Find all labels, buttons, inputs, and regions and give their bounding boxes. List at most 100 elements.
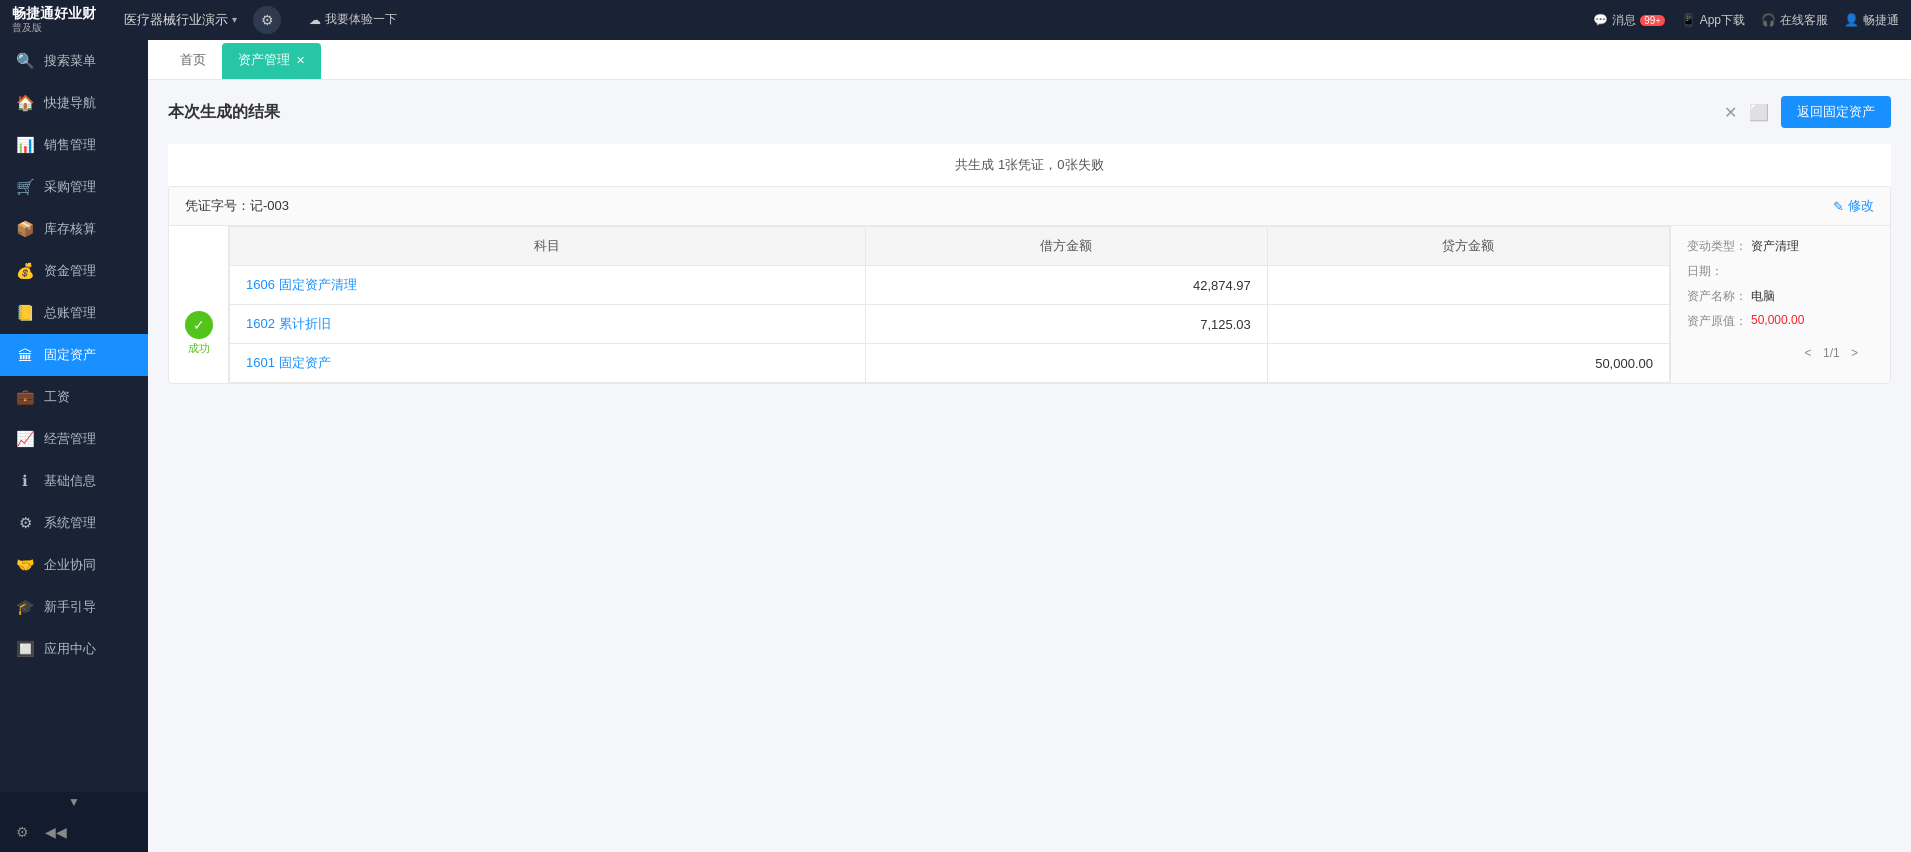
- pagination: < 1/1 >: [1687, 338, 1874, 368]
- company-name: 医疗器械行业演示: [124, 11, 228, 29]
- return-button[interactable]: 返回固定资产: [1781, 96, 1891, 128]
- chevron-down-icon: ▾: [232, 14, 237, 25]
- sidebar-label-collab: 企业协同: [44, 556, 96, 574]
- sidebar-bottom: ⚙ ◀◀: [0, 812, 148, 852]
- cloud-icon: ☁: [309, 13, 321, 27]
- sidebar-label-fixed-assets: 固定资产: [44, 346, 96, 364]
- table-row: 1602 累计折旧 7,125.03: [230, 305, 1670, 344]
- ledger-icon: 📒: [16, 304, 34, 322]
- header-left: 畅捷通好业财 普及版 医疗器械行业演示 ▾ ⚙ ☁ 我要体验一下: [12, 5, 397, 36]
- page-indicator: 1/1: [1823, 346, 1840, 360]
- side-info-row-original: 资产原值： 50,000.00: [1687, 313, 1874, 330]
- voucher-table: 科目 借方金额 贷方金额 1606 固定资产清理 42,874.: [229, 226, 1670, 383]
- voucher-table-wrapper: 科目 借方金额 贷方金额 1606 固定资产清理 42,874.: [229, 226, 1670, 383]
- messages-button[interactable]: 💬 消息 99+: [1593, 12, 1664, 29]
- table-row: 1606 固定资产清理 42,874.97: [230, 266, 1670, 305]
- sidebar-item-operations[interactable]: 📈 经营管理: [0, 418, 148, 460]
- change-type-value: 资产清理: [1751, 238, 1799, 255]
- sidebar-item-fixed-assets[interactable]: 🏛 固定资产: [0, 334, 148, 376]
- success-label: 成功: [185, 341, 213, 356]
- panel-close-icon[interactable]: ✕: [1724, 103, 1737, 122]
- sidebar-item-ledger[interactable]: 📒 总账管理: [0, 292, 148, 334]
- company-selector[interactable]: 医疗器械行业演示 ▾: [124, 11, 237, 29]
- system-icon: ⚙: [16, 514, 34, 532]
- message-icon: 💬: [1593, 13, 1608, 27]
- settings-button[interactable]: ⚙: [253, 6, 281, 34]
- sidebar-item-inventory[interactable]: 📦 库存核算: [0, 208, 148, 250]
- user-label: 畅捷通: [1863, 12, 1899, 29]
- page-header: 本次生成的结果 ✕ ⬜ 返回固定资产: [168, 96, 1891, 128]
- sidebar-item-system[interactable]: ⚙ 系统管理: [0, 502, 148, 544]
- user-icon: 👤: [1844, 13, 1859, 27]
- subject-1602[interactable]: 1602 累计折旧: [230, 305, 866, 344]
- user-button[interactable]: 👤 畅捷通: [1844, 12, 1899, 29]
- table-header-row: 科目 借方金额 贷方金额: [230, 227, 1670, 266]
- prev-page-button[interactable]: <: [1805, 346, 1812, 360]
- sidebar-label-operations: 经营管理: [44, 430, 96, 448]
- sidebar-label-finance: 资金管理: [44, 262, 96, 280]
- info-icon: ℹ: [16, 472, 34, 490]
- voucher-container: 凭证字号：记-003 ✎ 修改: [168, 186, 1891, 384]
- voucher-header: 凭证字号：记-003 ✎ 修改: [169, 187, 1890, 226]
- app-download-label: App下载: [1700, 12, 1745, 29]
- sidebar-item-collab[interactable]: 🤝 企业协同: [0, 544, 148, 586]
- voucher-body: ✓ 成功 科目: [169, 226, 1890, 383]
- sidebar-label-app-center: 应用中心: [44, 640, 96, 658]
- online-support-label: 在线客服: [1780, 12, 1828, 29]
- date-label: 日期：: [1687, 263, 1723, 280]
- page-content: 本次生成的结果 ✕ ⬜ 返回固定资产 共生成 1张凭证，0张失败 凭证字号：记-…: [148, 80, 1911, 852]
- sidebar-scroll: 🔍 搜索菜单 🏠 快捷导航 📊 销售管理 🛒 采购管理 📦 库存核算 💰: [0, 40, 148, 792]
- side-info-panel: 变动类型： 资产清理 日期： 资产名称： 电脑 资产原值：: [1670, 226, 1890, 383]
- voucher-table-area: ✓ 成功 科目: [169, 226, 1670, 383]
- header-right: 💬 消息 99+ 📱 App下载 🎧 在线客服 👤 畅捷通: [1593, 12, 1899, 29]
- app-name: 畅捷通好业财: [12, 5, 96, 22]
- page-title: 本次生成的结果: [168, 102, 280, 123]
- checkmark-icon: ✓: [193, 317, 205, 333]
- sidebar-label-inventory: 库存核算: [44, 220, 96, 238]
- table-row: 1601 固定资产 50,000.00: [230, 344, 1670, 383]
- tab-close-icon[interactable]: ✕: [296, 54, 305, 67]
- subject-1606[interactable]: 1606 固定资产清理: [230, 266, 866, 305]
- debit-1606: 42,874.97: [865, 266, 1267, 305]
- edit-label: 修改: [1848, 197, 1874, 215]
- sidebar-label-sales: 销售管理: [44, 136, 96, 154]
- asset-name-value: 电脑: [1751, 288, 1775, 305]
- sidebar-label-quicknav: 快捷导航: [44, 94, 96, 112]
- tabs-bar: 首页 资产管理 ✕: [148, 40, 1911, 80]
- sidebar-item-guide[interactable]: 🎓 新手引导: [0, 586, 148, 628]
- sidebar-label-guide: 新手引导: [44, 598, 96, 616]
- subject-1601[interactable]: 1601 固定资产: [230, 344, 866, 383]
- online-support-button[interactable]: 🎧 在线客服: [1761, 12, 1828, 29]
- sidebar-item-search[interactable]: 🔍 搜索菜单: [0, 40, 148, 82]
- edit-button[interactable]: ✎ 修改: [1833, 197, 1874, 215]
- app-download-button[interactable]: 📱 App下载: [1681, 12, 1745, 29]
- status-column: ✓ 成功: [169, 226, 229, 383]
- sidebar-item-app-center[interactable]: 🔲 应用中心: [0, 628, 148, 670]
- panel-expand-icon[interactable]: ⬜: [1749, 103, 1769, 122]
- tab-asset-management[interactable]: 资产管理 ✕: [222, 43, 321, 79]
- experience-button[interactable]: ☁ 我要体验一下: [309, 11, 397, 28]
- sidebar-item-quicknav[interactable]: 🏠 快捷导航: [0, 82, 148, 124]
- inventory-icon: 📦: [16, 220, 34, 238]
- sidebar-collapse-icon[interactable]: ◀◀: [45, 824, 67, 840]
- sidebar-item-purchase[interactable]: 🛒 采购管理: [0, 166, 148, 208]
- main-layout: 🔍 搜索菜单 🏠 快捷导航 📊 销售管理 🛒 采购管理 📦 库存核算 💰: [0, 40, 1911, 852]
- sidebar-item-payroll[interactable]: 💼 工资: [0, 376, 148, 418]
- sidebar-item-sales[interactable]: 📊 销售管理: [0, 124, 148, 166]
- sidebar-settings-icon[interactable]: ⚙: [16, 824, 29, 840]
- asset-name-label: 资产名称：: [1687, 288, 1747, 305]
- sidebar-item-basic-info[interactable]: ℹ 基础信息: [0, 460, 148, 502]
- side-info-row-name: 资产名称： 电脑: [1687, 288, 1874, 305]
- sidebar-scroll-down[interactable]: ▼: [0, 792, 148, 812]
- support-icon: 🎧: [1761, 13, 1776, 27]
- edit-icon: ✎: [1833, 199, 1844, 214]
- search-icon: 🔍: [16, 52, 34, 70]
- col-debit: 借方金额: [865, 227, 1267, 266]
- col-subject: 科目: [230, 227, 866, 266]
- app-center-icon: 🔲: [16, 640, 34, 658]
- next-page-button[interactable]: >: [1851, 346, 1858, 360]
- sidebar-item-finance[interactable]: 💰 资金管理: [0, 250, 148, 292]
- home-icon: 🏠: [16, 94, 34, 112]
- tab-home[interactable]: 首页: [164, 43, 222, 79]
- messages-label: 消息: [1612, 12, 1636, 29]
